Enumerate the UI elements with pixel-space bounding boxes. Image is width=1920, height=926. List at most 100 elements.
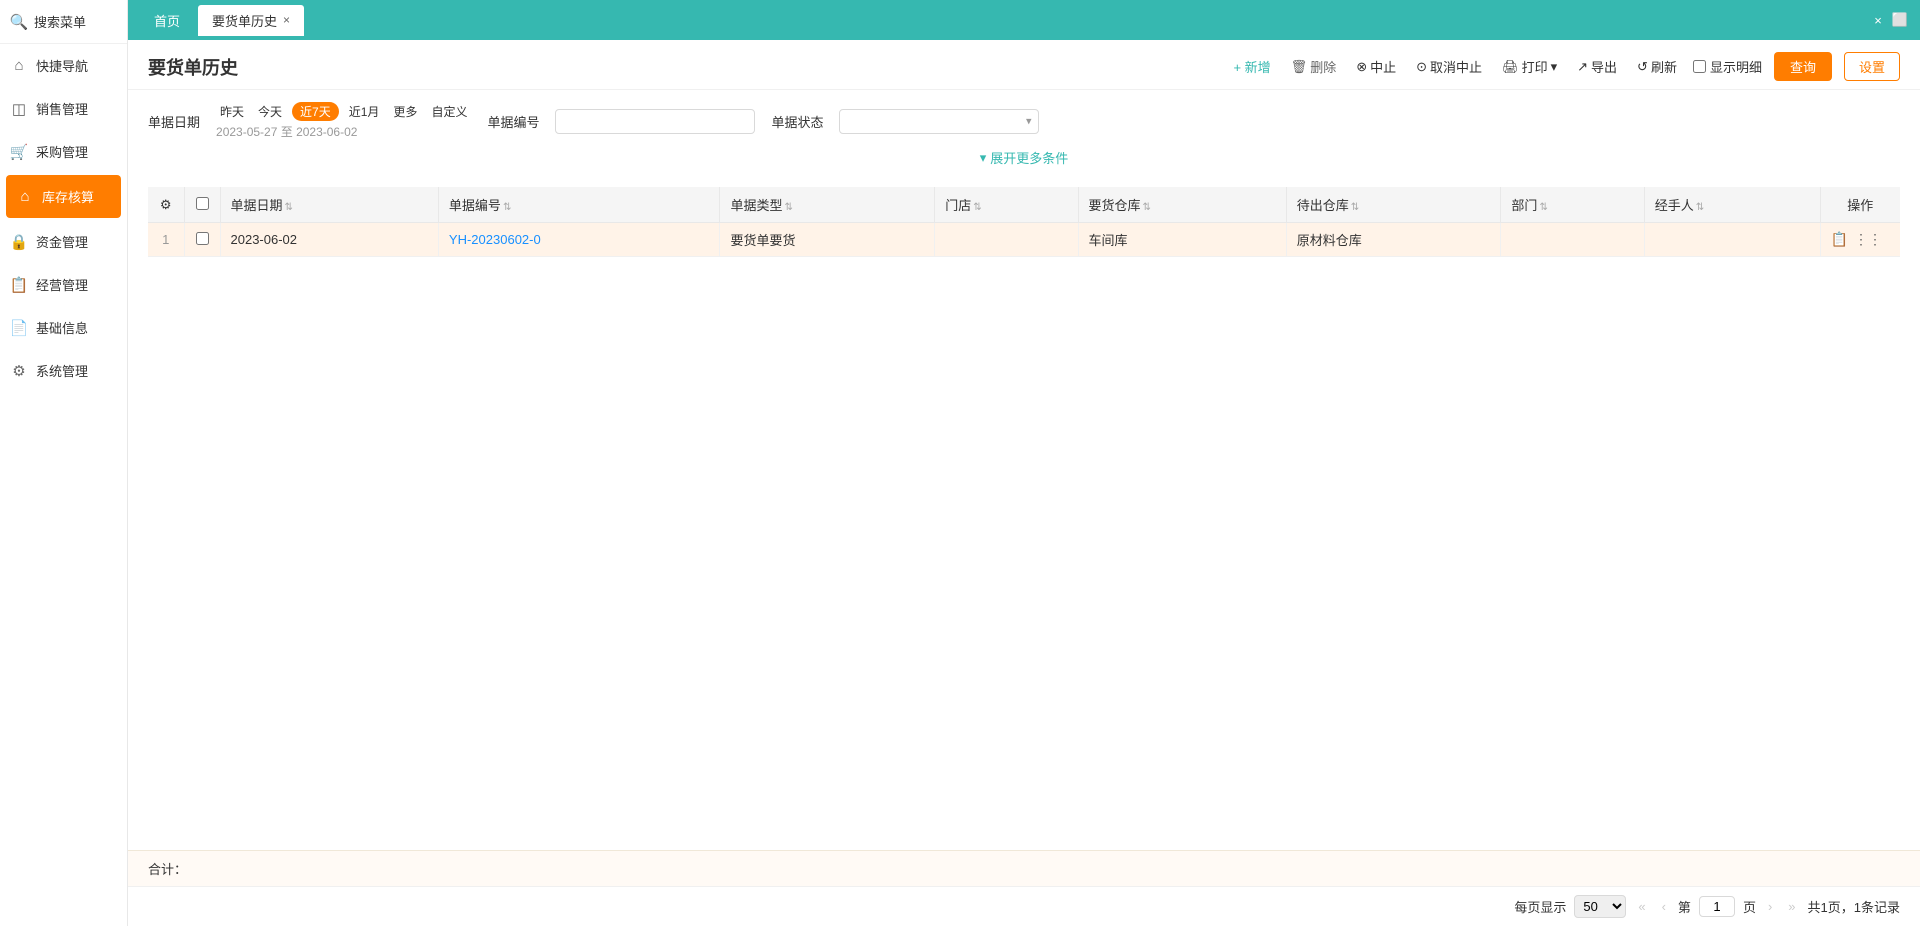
date-btn-today[interactable]: 今天 [254, 102, 286, 121]
cancel-suspend-icon: ⊙ [1416, 59, 1427, 75]
sidebar-item-sales[interactable]: ◫ 销售管理 [0, 87, 127, 130]
col-dept[interactable]: 部门⇅ [1501, 187, 1644, 223]
page-size-select[interactable]: 50 10 20 100 [1574, 895, 1626, 918]
sidebar-item-label: 库存核算 [42, 187, 94, 206]
display-detail-input[interactable] [1693, 60, 1706, 73]
window-close-button[interactable]: × [1874, 13, 1882, 28]
col-store[interactable]: 门店⇅ [935, 187, 1078, 223]
row-dept [1501, 223, 1644, 257]
row-checkbox-cell [184, 223, 220, 257]
page-area: 要货单历史 + 新增 🗑 删除 ⊗ 中止 ⊙ 取消中止 🖨 [128, 40, 1920, 926]
main-content: 首页 要货单历史 × × ⬜ 要货单历史 + 新增 🗑 删除 ⊗ [128, 0, 1920, 926]
tab-requisition-history-label: 要货单历史 [212, 11, 277, 30]
sidebar-item-system[interactable]: ⚙ 系统管理 [0, 349, 127, 392]
row-req-warehouse: 车间库 [1078, 223, 1286, 257]
row-checkbox[interactable] [196, 232, 209, 245]
sales-icon: ◫ [10, 100, 28, 118]
col-doc-no[interactable]: 单据编号⇅ [438, 187, 720, 223]
date-btn-custom[interactable]: 自定义 [427, 102, 471, 121]
page-label: 页 [1743, 897, 1756, 916]
col-req-warehouse[interactable]: 要货仓库⇅ [1078, 187, 1286, 223]
doc-no-input[interactable] [555, 109, 755, 134]
row-ops: 📋 ⋮⋮ [1820, 223, 1900, 257]
col-date[interactable]: 单据日期⇅ [220, 187, 438, 223]
search-icon: 🔍 [10, 13, 28, 31]
print-dropdown-icon: ▾ [1551, 59, 1558, 75]
sidebar-item-operations[interactable]: 📋 经营管理 [0, 263, 127, 306]
date-buttons: 昨天 今天 近7天 近1月 更多 自定义 [216, 102, 471, 121]
row-edit-icon[interactable]: 📋 [1831, 231, 1848, 248]
print-button[interactable]: 🖨 打印 ▾ [1498, 55, 1561, 78]
cancel-suspend-button-label: 取消中止 [1430, 57, 1482, 76]
sidebar-item-purchase[interactable]: 🛒 采购管理 [0, 130, 127, 173]
page-header: 要货单历史 + 新增 🗑 删除 ⊗ 中止 ⊙ 取消中止 🖨 [128, 40, 1920, 90]
tab-home[interactable]: 首页 [140, 5, 194, 36]
date-filter-label: 单据日期 [148, 112, 200, 131]
home-icon: ⌂ [10, 57, 28, 75]
date-btn-more[interactable]: 更多 [389, 102, 421, 121]
display-detail-checkbox[interactable]: 显示明细 [1693, 57, 1762, 76]
row-action-buttons: 📋 ⋮⋮ [1831, 231, 1891, 248]
first-page-button[interactable]: « [1634, 897, 1649, 916]
sidebar-item-quick-nav[interactable]: ⌂ 快捷导航 [0, 44, 127, 87]
settings-button-label: 设置 [1859, 57, 1885, 76]
date-btn-7days[interactable]: 近7天 [292, 102, 339, 121]
topbar: 首页 要货单历史 × × ⬜ [128, 0, 1920, 40]
table-body: 1 2023-06-02 YH-20230602-0 要货单要货 车间库 原材料… [148, 223, 1900, 257]
row-doc-no-link[interactable]: YH-20230602-0 [449, 232, 541, 247]
suspend-button[interactable]: ⊗ 中止 [1352, 55, 1400, 78]
sidebar-item-label: 快捷导航 [36, 56, 88, 75]
new-button-label: + 新增 [1233, 57, 1270, 76]
pagination-bar: 每页显示 50 10 20 100 « ‹ 第 页 › » 共1页，1条记录 [128, 886, 1920, 926]
refresh-icon: ↺ [1637, 59, 1648, 75]
sidebar-item-inventory[interactable]: ⌂ 库存核算 [6, 175, 121, 218]
date-range-display: 2023-05-27 至 2023-06-02 [216, 123, 471, 140]
export-button[interactable]: ↗ 导出 [1573, 55, 1621, 78]
date-btn-1month[interactable]: 近1月 [345, 102, 384, 121]
prev-page-button[interactable]: ‹ [1658, 897, 1670, 916]
sort-dept-icon: ⇅ [1539, 202, 1547, 213]
table-area: ⚙ 单据日期⇅ 单据编号⇅ 单据类型⇅ 门店⇅ 要货仓库⇅ 待出仓库⇅ 部门⇅ … [128, 187, 1920, 850]
row-more-icon[interactable]: ⋮⋮ [1854, 231, 1882, 248]
settings-button[interactable]: 设置 [1844, 52, 1900, 81]
row-handler [1644, 223, 1820, 257]
total-info: 共1页，1条记录 [1808, 897, 1900, 916]
expand-filter-label: 展开更多条件 [990, 148, 1068, 167]
last-page-button[interactable]: » [1784, 897, 1799, 916]
col-pending-warehouse[interactable]: 待出仓库⇅ [1286, 187, 1501, 223]
sidebar: 🔍 搜索菜单 ⌂ 快捷导航 ◫ 销售管理 🛒 采购管理 ⌂ 库存核算 🔒 资金管… [0, 0, 128, 926]
page-title: 要货单历史 [148, 54, 238, 80]
sidebar-item-label: 销售管理 [36, 99, 88, 118]
page-number-input[interactable] [1699, 896, 1735, 917]
col-doc-type[interactable]: 单据类型⇅ [720, 187, 935, 223]
delete-button[interactable]: 🗑 删除 [1287, 55, 1341, 78]
next-page-button[interactable]: › [1764, 897, 1776, 916]
sidebar-item-basic-info[interactable]: 📄 基础信息 [0, 306, 127, 349]
sidebar-search[interactable]: 🔍 搜索菜单 [0, 0, 127, 44]
new-button[interactable]: + 新增 [1229, 55, 1274, 78]
tab-close-button[interactable]: × [283, 14, 290, 26]
suspend-button-label: 中止 [1370, 57, 1396, 76]
data-table: ⚙ 单据日期⇅ 单据编号⇅ 单据类型⇅ 门店⇅ 要货仓库⇅ 待出仓库⇅ 部门⇅ … [148, 187, 1900, 257]
cancel-suspend-button[interactable]: ⊙ 取消中止 [1412, 55, 1486, 78]
col-settings[interactable]: ⚙ [148, 187, 184, 223]
tab-requisition-history[interactable]: 要货单历史 × [198, 5, 304, 36]
footer-total-label: 合计： [148, 859, 187, 878]
row-doc-no: YH-20230602-0 [438, 223, 720, 257]
tab-home-label: 首页 [154, 11, 180, 30]
date-btn-yesterday[interactable]: 昨天 [216, 102, 248, 121]
suspend-icon: ⊗ [1356, 59, 1367, 75]
refresh-button[interactable]: ↺ 刷新 [1633, 55, 1681, 78]
col-handler[interactable]: 经手人⇅ [1644, 187, 1820, 223]
sidebar-item-label: 采购管理 [36, 142, 88, 161]
expand-filter-button[interactable]: ▾ 展开更多条件 [980, 148, 1069, 167]
sidebar-item-label: 基础信息 [36, 318, 88, 337]
status-select-wrap [839, 109, 1039, 134]
sidebar-item-finance[interactable]: 🔒 资金管理 [0, 220, 127, 263]
query-button[interactable]: 查询 [1774, 52, 1832, 81]
filter-row-2: ▾ 展开更多条件 [148, 148, 1900, 167]
select-all-checkbox[interactable] [196, 197, 209, 210]
window-restore-button[interactable]: ⬜ [1892, 12, 1908, 28]
sort-req-warehouse-icon: ⇅ [1143, 202, 1151, 213]
status-select[interactable] [839, 109, 1039, 134]
